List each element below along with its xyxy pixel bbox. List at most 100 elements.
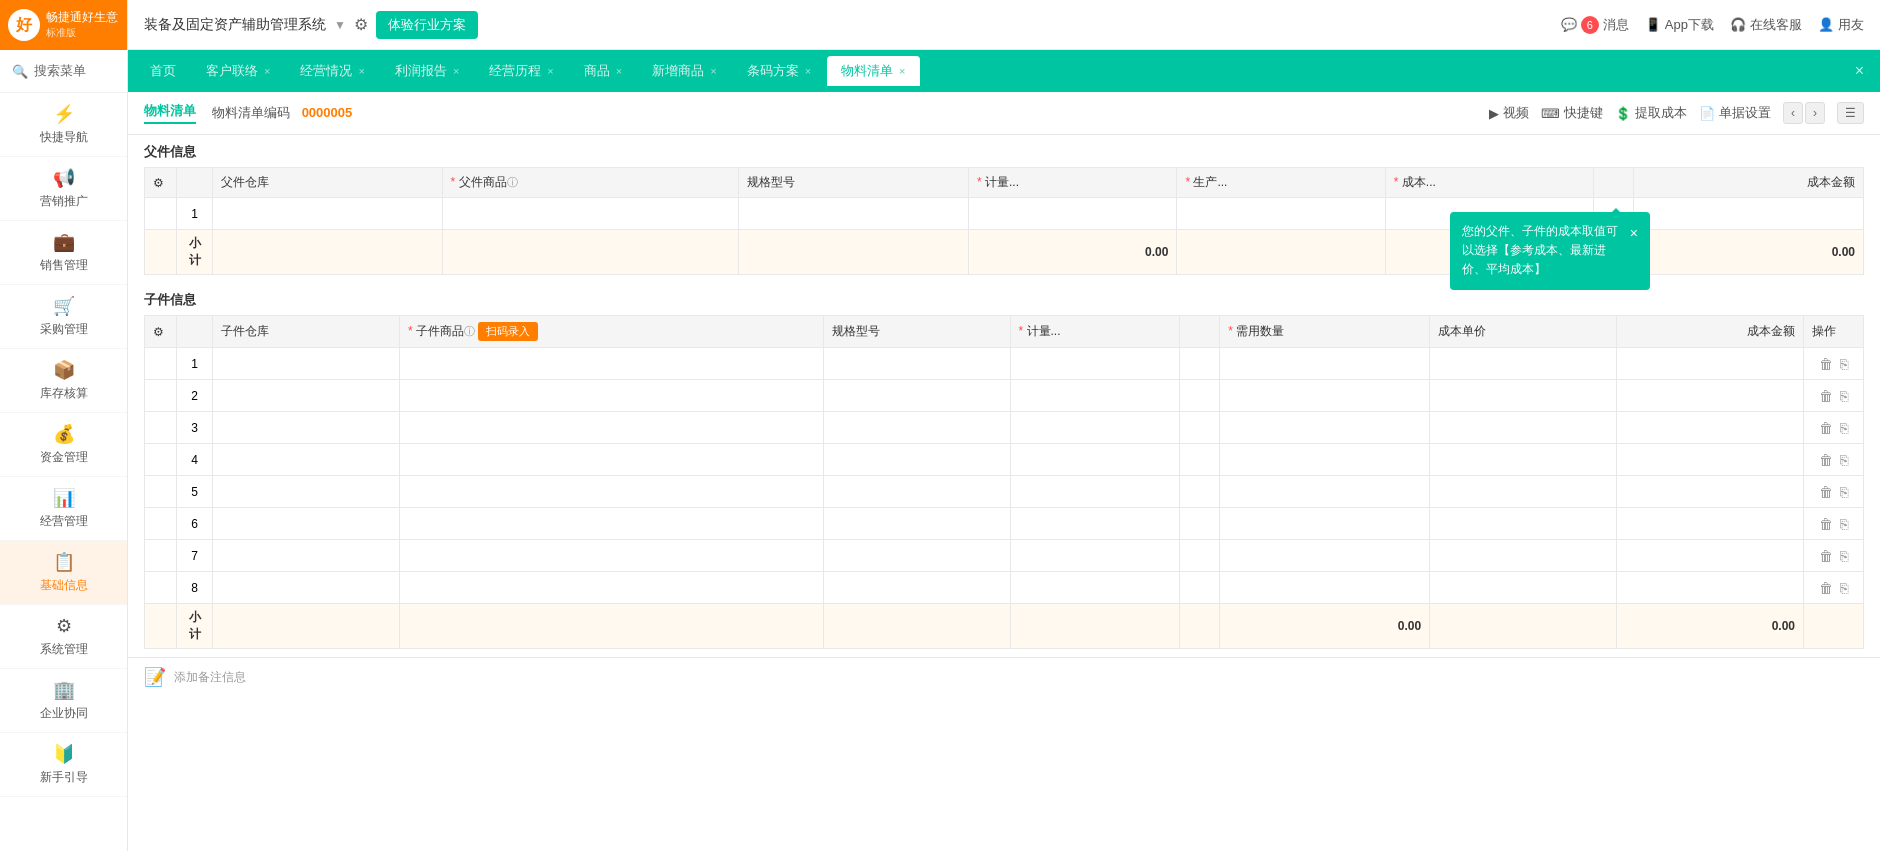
child-cell-unit-4[interactable] [1010, 444, 1180, 476]
sidebar-item-quick-nav[interactable]: ⚡ 快捷导航 [0, 93, 127, 157]
copy-row-6-button[interactable]: ⎘ [1838, 514, 1850, 534]
sidebar-item-purchase[interactable]: 🛒 采购管理 [0, 285, 127, 349]
copy-row-4-button[interactable]: ⎘ [1838, 450, 1850, 470]
delete-row-5-button[interactable]: 🗑 [1817, 482, 1835, 502]
tab-history-close[interactable]: × [547, 65, 553, 77]
child-cell-unit-3[interactable] [1010, 412, 1180, 444]
delete-row-7-button[interactable]: 🗑 [1817, 546, 1835, 566]
sidebar-item-sales[interactable]: 💼 销售管理 [0, 221, 127, 285]
child-cell-spec-7[interactable] [823, 540, 1010, 572]
message-item[interactable]: 💬 6 消息 [1561, 16, 1629, 34]
settings-icon[interactable]: ⚙ [354, 15, 368, 34]
child-cell-product-3[interactable] [399, 412, 823, 444]
experience-button[interactable]: 体验行业方案 [376, 11, 478, 39]
system-dropdown-icon[interactable]: ▼ [334, 18, 346, 32]
tab-products-close[interactable]: × [616, 65, 622, 77]
tab-customers[interactable]: 客户联络 × [192, 56, 284, 86]
tab-barcode-close[interactable]: × [805, 65, 811, 77]
delete-row-1-button[interactable]: 🗑 [1817, 354, 1835, 374]
add-notes-label[interactable]: 添加备注信息 [174, 669, 246, 686]
child-cell-qty-8[interactable] [1220, 572, 1430, 604]
parent-cell-warehouse-1[interactable] [213, 198, 443, 230]
tab-profit-close[interactable]: × [453, 65, 459, 77]
child-cell-unit-7[interactable] [1010, 540, 1180, 572]
parent-cell-unit-1[interactable] [968, 198, 1176, 230]
parent-cell-product-1[interactable] [442, 198, 739, 230]
next-arrow-button[interactable]: › [1805, 102, 1825, 124]
child-cell-spec-6[interactable] [823, 508, 1010, 540]
tab-new-products-close[interactable]: × [710, 65, 716, 77]
child-cell-unit-8[interactable] [1010, 572, 1180, 604]
sidebar-item-finance[interactable]: 💰 资金管理 [0, 413, 127, 477]
sidebar-item-operations[interactable]: 📊 经营管理 [0, 477, 127, 541]
notes-icon[interactable]: 📝 [144, 666, 166, 688]
parent-cell-proddate-1[interactable] [1177, 198, 1385, 230]
cost-item[interactable]: 💲 提取成本 [1615, 104, 1687, 122]
child-cell-warehouse-3[interactable] [213, 412, 400, 444]
tab-barcode[interactable]: 条码方案 × [733, 56, 825, 86]
online-service-item[interactable]: 🎧 在线客服 [1730, 16, 1802, 34]
view-video-item[interactable]: ▶ 视频 [1489, 104, 1529, 122]
child-cell-spec-1[interactable] [823, 348, 1010, 380]
child-cell-warehouse-1[interactable] [213, 348, 400, 380]
child-cell-unit-cost-3[interactable] [1430, 412, 1617, 444]
tab-new-products[interactable]: 新增商品 × [638, 56, 730, 86]
child-cell-product-4[interactable] [399, 444, 823, 476]
sidebar-item-basic-info[interactable]: 📋 基础信息 [0, 541, 127, 605]
user-item[interactable]: 👤 用友 [1818, 16, 1864, 34]
child-cell-qty-5[interactable] [1220, 476, 1430, 508]
copy-row-3-button[interactable]: ⎘ [1838, 418, 1850, 438]
child-cell-qty-4[interactable] [1220, 444, 1430, 476]
child-cell-warehouse-2[interactable] [213, 380, 400, 412]
list-view-button[interactable]: ☰ [1837, 102, 1864, 124]
delete-row-3-button[interactable]: 🗑 [1817, 418, 1835, 438]
child-cell-warehouse-5[interactable] [213, 476, 400, 508]
child-cell-qty-7[interactable] [1220, 540, 1430, 572]
child-cell-unit-1[interactable] [1010, 348, 1180, 380]
child-cell-unit-cost-2[interactable] [1430, 380, 1617, 412]
child-cell-unit-cost-5[interactable] [1430, 476, 1617, 508]
child-cell-warehouse-4[interactable] [213, 444, 400, 476]
tab-history[interactable]: 经营历程 × [475, 56, 567, 86]
child-cell-warehouse-6[interactable] [213, 508, 400, 540]
child-cell-qty-1[interactable] [1220, 348, 1430, 380]
child-cell-unit-cost-6[interactable] [1430, 508, 1617, 540]
child-cell-spec-2[interactable] [823, 380, 1010, 412]
child-th-settings[interactable]: ⚙ [145, 316, 177, 348]
child-cell-spec-3[interactable] [823, 412, 1010, 444]
shortcut-item[interactable]: ⌨ 快捷键 [1541, 104, 1603, 122]
child-cell-product-1[interactable] [399, 348, 823, 380]
delete-row-6-button[interactable]: 🗑 [1817, 514, 1835, 534]
copy-row-2-button[interactable]: ⎘ [1838, 386, 1850, 406]
child-cell-qty-3[interactable] [1220, 412, 1430, 444]
child-cell-unit-5[interactable] [1010, 476, 1180, 508]
copy-row-8-button[interactable]: ⎘ [1838, 578, 1850, 598]
child-cell-unit-6[interactable] [1010, 508, 1180, 540]
sidebar-item-system[interactable]: ⚙ 系统管理 [0, 605, 127, 669]
child-cell-product-7[interactable] [399, 540, 823, 572]
prev-arrow-button[interactable]: ‹ [1783, 102, 1803, 124]
child-cell-qty-2[interactable] [1220, 380, 1430, 412]
copy-row-1-button[interactable]: ⎘ [1838, 354, 1850, 374]
child-cell-qty-6[interactable] [1220, 508, 1430, 540]
tab-operations-situation[interactable]: 经营情况 × [286, 56, 378, 86]
child-cell-spec-5[interactable] [823, 476, 1010, 508]
copy-row-7-button[interactable]: ⎘ [1838, 546, 1850, 566]
child-cell-product-5[interactable] [399, 476, 823, 508]
sidebar-item-enterprise[interactable]: 🏢 企业协同 [0, 669, 127, 733]
child-cell-unit-cost-1[interactable] [1430, 348, 1617, 380]
parent-cell-spec-1[interactable] [739, 198, 969, 230]
tooltip-close-button[interactable]: × [1630, 222, 1638, 244]
tab-bom[interactable]: 物料清单 × [827, 56, 919, 86]
child-cell-warehouse-8[interactable] [213, 572, 400, 604]
tab-bom-close[interactable]: × [899, 65, 905, 77]
tab-home[interactable]: 首页 [136, 56, 190, 86]
tab-products[interactable]: 商品 × [570, 56, 636, 86]
tab-bar-close-button[interactable]: × [1847, 58, 1872, 84]
delete-row-8-button[interactable]: 🗑 [1817, 578, 1835, 598]
child-cell-product-2[interactable] [399, 380, 823, 412]
scan-button[interactable]: 扫码录入 [478, 322, 538, 341]
search-menu-button[interactable]: 🔍 搜索菜单 [8, 58, 119, 84]
child-cell-unit-2[interactable] [1010, 380, 1180, 412]
child-cell-warehouse-7[interactable] [213, 540, 400, 572]
